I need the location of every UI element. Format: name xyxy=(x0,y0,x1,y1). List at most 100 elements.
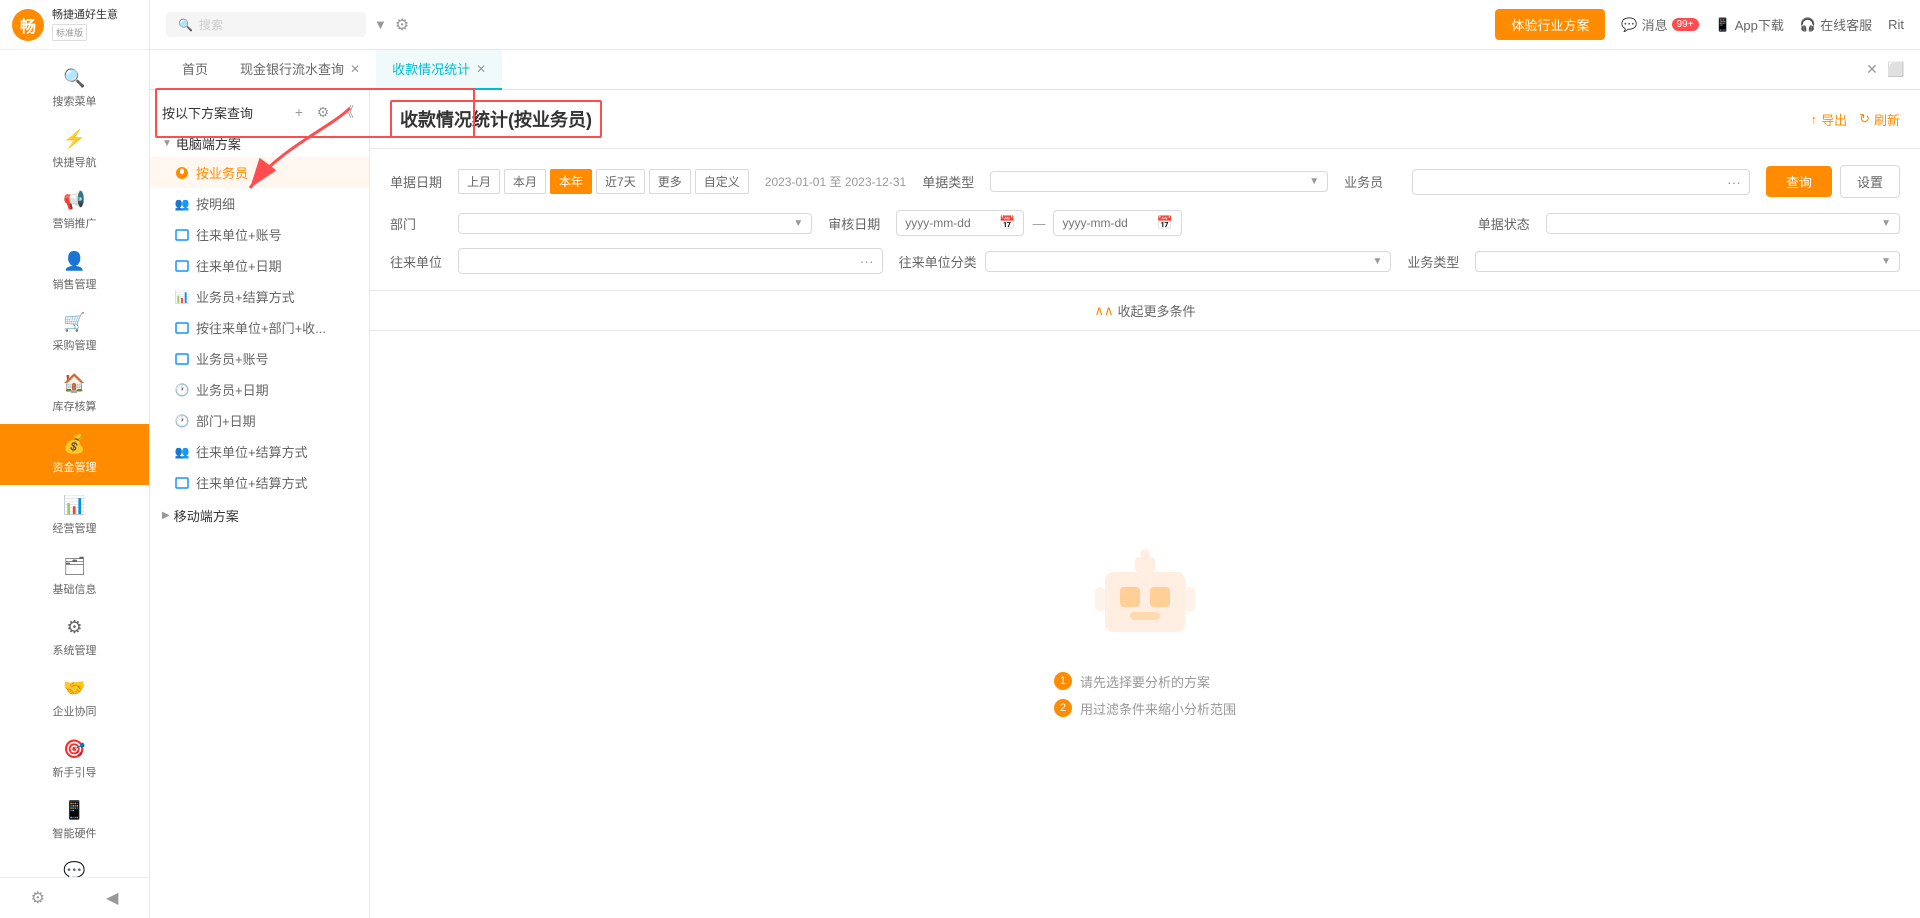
date-btn-custom[interactable]: 自定义 xyxy=(695,169,749,194)
empty-tip-2: 2 用过滤条件来缩小分析范围 xyxy=(1054,699,1236,718)
calendar-icon-left[interactable]: 📅 xyxy=(999,215,1015,231)
scheme-item-label-by-unit-account: 往来单位+账号 xyxy=(196,225,282,244)
filter-review-date-label: 审核日期 xyxy=(828,214,888,233)
logo-icon: 畅 xyxy=(12,9,44,41)
filter-doc-type-arrow: ▼ xyxy=(1309,176,1319,187)
filter-review-date-from[interactable]: 📅 xyxy=(896,210,1024,236)
scheme-item-by-unit-date[interactable]: 往来单位+日期 xyxy=(150,250,369,281)
capital-icon: 💰 xyxy=(63,434,85,455)
scheme-item-label-by-unit-settle1: 往来单位+结算方式 xyxy=(196,442,308,461)
logo-text: 畅捷通好生意 xyxy=(52,8,118,22)
filter-counterpart-type-select[interactable]: ▼ xyxy=(985,251,1392,272)
scheme-item-by-unit-settle2[interactable]: 往来单位+结算方式 xyxy=(150,467,369,498)
scheme-item-icon-people: 👥 xyxy=(174,197,190,211)
scheme-item-by-unit-settle1[interactable]: 👥 往来单位+结算方式 xyxy=(150,436,369,467)
inventory-icon: 🏠 xyxy=(63,373,85,394)
sidebar-item-capital[interactable]: 💰 资金管理 xyxy=(0,424,149,485)
date-btn-last-7days[interactable]: 近7天 xyxy=(596,169,645,194)
online-service-btn[interactable]: 🎧 在线客服 xyxy=(1800,15,1872,34)
filter-salesperson-select[interactable]: ··· xyxy=(1412,169,1750,195)
query-btn[interactable]: 查询 xyxy=(1766,166,1832,197)
date-btn-more[interactable]: 更多 xyxy=(649,169,691,194)
filter-dept-select[interactable]: ▼ xyxy=(458,213,812,234)
empty-state: 1 请先选择要分析的方案 2 用过滤条件来缩小分析范围 xyxy=(370,331,1920,918)
tip2-number: 2 xyxy=(1054,699,1072,717)
sidebar-item-purchase[interactable]: 🛒 采购管理 xyxy=(0,302,149,363)
main-content: 🔍 搜索 ▼ ⚙ 体验行业方案 💬 消息 99+ 📱 App下载 🎧 xyxy=(150,0,1920,918)
sidebar-item-system[interactable]: ⚙ 系统管理 xyxy=(0,607,149,668)
sidebar-item-sales[interactable]: 👤 销售管理 xyxy=(0,241,149,302)
filter-business-type-select[interactable]: ▼ xyxy=(1475,251,1900,272)
sidebar-item-business[interactable]: 📊 经营管理 xyxy=(0,485,149,546)
sidebar-item-inventory[interactable]: 🏠 库存核算 xyxy=(0,363,149,424)
scheme-add-btn[interactable]: + xyxy=(289,102,309,122)
filter-settings-btn[interactable]: 设置 xyxy=(1840,165,1900,198)
tab-collection-stats[interactable]: 收款情况统计 ✕ xyxy=(376,50,502,90)
logo-info: 畅捷通好生意 标准版 xyxy=(52,8,118,41)
user-name[interactable]: Rit xyxy=(1888,17,1904,32)
calendar-icon-right[interactable]: 📅 xyxy=(1156,215,1172,231)
scheme-item-label-by-unit-settle2: 往来单位+结算方式 xyxy=(196,473,308,492)
window-maximize-btn[interactable]: ⬜ xyxy=(1888,62,1904,78)
tab-collection-stats-label: 收款情况统计 xyxy=(392,59,470,78)
filter-counterpart-type-arrow: ▼ xyxy=(1372,256,1382,267)
hardware-icon: 📱 xyxy=(63,800,85,821)
review-date-from-input[interactable] xyxy=(905,216,995,230)
date-btn-last-month[interactable]: 上月 xyxy=(458,169,500,194)
collapse-bar[interactable]: ∧∧ 收起更多条件 xyxy=(370,291,1920,331)
filter-doc-type-label: 单据类型 xyxy=(922,172,982,191)
sidebar-item-marketing[interactable]: 📢 营销推广 xyxy=(0,180,149,241)
scheme-collapse-btn[interactable]: 《 xyxy=(337,102,357,122)
scheme-item-by-salesperson[interactable]: 按业务员 xyxy=(150,157,369,188)
sidebar-item-search[interactable]: 🔍 搜索菜单 xyxy=(0,58,149,119)
tip1-number: 1 xyxy=(1054,672,1072,690)
tab-collection-stats-close[interactable]: ✕ xyxy=(476,62,486,76)
tip2-text: 用过滤条件来缩小分析范围 xyxy=(1080,699,1236,718)
sidebar-item-enterprise[interactable]: 🤝 企业协同 xyxy=(0,668,149,729)
scheme-item-by-detail[interactable]: 👥 按明细 xyxy=(150,188,369,219)
scheme-item-by-unit-dept[interactable]: 按往来单位+部门+收... xyxy=(150,312,369,343)
window-close-btn[interactable]: ✕ xyxy=(1864,62,1880,78)
sidebar-collapse-btn[interactable]: ◀ xyxy=(106,888,118,908)
marketing-icon: 📢 xyxy=(63,190,85,211)
header-dropdown-arrow[interactable]: ▼ xyxy=(374,17,387,32)
filter-doc-type-select[interactable]: ▼ xyxy=(990,171,1328,192)
trial-btn[interactable]: 体验行业方案 xyxy=(1495,9,1605,40)
date-btn-this-year[interactable]: 本年 xyxy=(550,169,592,194)
collapse-btn[interactable]: ∧∧ 收起更多条件 xyxy=(1094,301,1195,320)
scheme-item-icon-clock2: 🕐 xyxy=(174,414,190,428)
sidebar-item-guide[interactable]: 🎯 新手引导 xyxy=(0,729,149,790)
scheme-group-desktop: ▼ 电脑端方案 按业务员 👥 按明细 xyxy=(150,130,369,498)
scheme-item-by-sale-date[interactable]: 🕐 业务员+日期 xyxy=(150,374,369,405)
header-search-box[interactable]: 🔍 搜索 xyxy=(166,12,366,37)
scheme-group-mobile-header[interactable]: ▶ 移动端方案 xyxy=(150,502,369,529)
scheme-group-desktop-header[interactable]: ▼ 电脑端方案 xyxy=(150,130,369,157)
tab-bank-flow[interactable]: 现金银行流水查询 ✕ xyxy=(224,50,376,90)
sidebar-item-basic[interactable]: 🗂 基础信息 xyxy=(0,546,149,607)
scheme-item-by-sale-account[interactable]: 业务员+账号 xyxy=(150,343,369,374)
sidebar-settings-btn[interactable]: ⚙ xyxy=(31,888,45,908)
tab-home[interactable]: 首页 xyxy=(166,50,224,90)
sidebar-item-quick-nav[interactable]: ⚡ 快捷导航 xyxy=(0,119,149,180)
tab-bank-flow-close[interactable]: ✕ xyxy=(350,62,360,76)
review-date-to-input[interactable] xyxy=(1062,216,1152,230)
gear-icon[interactable]: ⚙ xyxy=(395,15,409,35)
sidebar-item-hardware[interactable]: 📱 智能硬件 xyxy=(0,790,149,851)
online-service-icon: 🎧 xyxy=(1800,17,1816,33)
scheme-settings-btn[interactable]: ⚙ xyxy=(313,102,333,122)
scheme-item-by-dept-date[interactable]: 🕐 部门+日期 xyxy=(150,405,369,436)
export-btn[interactable]: ↑ 导出 xyxy=(1811,110,1848,129)
sidebar-item-wechat[interactable]: 💬 企业微信 xyxy=(0,851,149,877)
scheme-item-by-unit-account[interactable]: 往来单位+账号 xyxy=(150,219,369,250)
date-btn-this-month[interactable]: 本月 xyxy=(504,169,546,194)
date-range-text: 2023-01-01 至 2023-12-31 xyxy=(765,173,906,190)
collapse-up-icon: ∧∧ xyxy=(1094,303,1113,319)
scheme-item-by-sale-settle[interactable]: 📊 业务员+结算方式 xyxy=(150,281,369,312)
refresh-btn[interactable]: ↻ 刷新 xyxy=(1859,110,1900,129)
message-btn[interactable]: 💬 消息 99+ xyxy=(1621,15,1698,34)
filter-counterpart-select[interactable]: ··· xyxy=(458,248,883,274)
scheme-actions: + ⚙ 《 xyxy=(289,102,357,122)
filter-doc-status-select[interactable]: ▼ xyxy=(1546,213,1900,234)
app-download-btn[interactable]: 📱 App下载 xyxy=(1715,15,1784,34)
filter-review-date-to[interactable]: 📅 xyxy=(1053,210,1181,236)
